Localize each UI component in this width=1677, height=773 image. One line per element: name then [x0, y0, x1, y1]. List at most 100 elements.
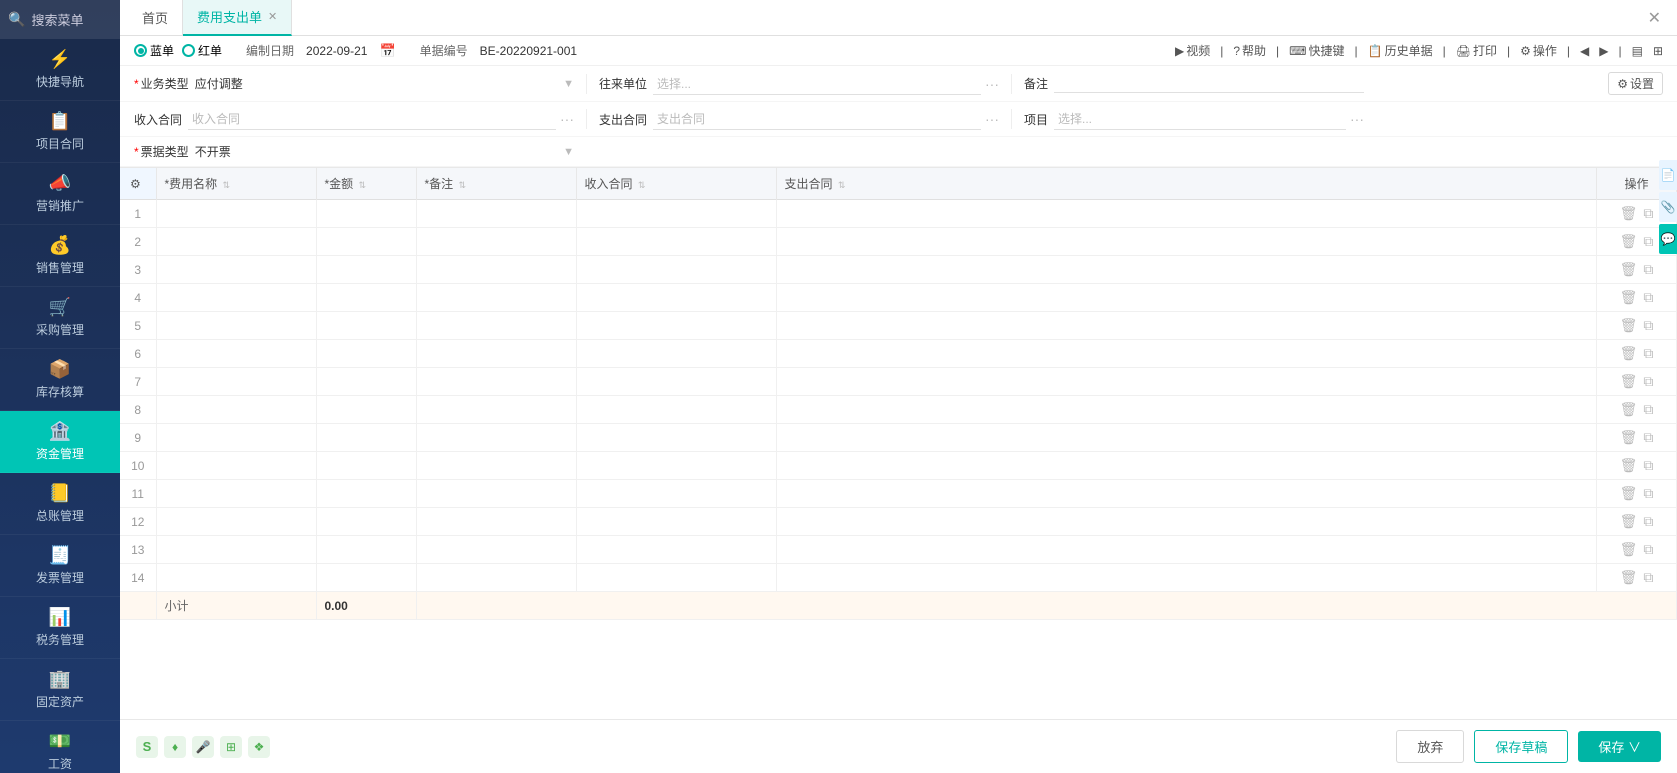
grid-list-icon[interactable]: ▤	[1632, 44, 1643, 58]
row-expense-name[interactable]	[156, 508, 316, 536]
radio-blue[interactable]: 蓝单	[134, 42, 174, 59]
delete-row-icon[interactable]: 🗑	[1620, 513, 1638, 530]
row-amount[interactable]	[316, 256, 416, 284]
row-expense-contract[interactable]	[776, 256, 1597, 284]
delete-row-icon[interactable]: 🗑	[1620, 317, 1638, 334]
tab-close-icon[interactable]: ✕	[268, 10, 277, 23]
expense-contract-input[interactable]: 支出合同	[653, 108, 981, 130]
row-expense-name[interactable]	[156, 396, 316, 424]
row-expense-contract[interactable]	[776, 312, 1597, 340]
row-expense-name[interactable]	[156, 480, 316, 508]
sidebar-item-sales-promotion[interactable]: 📣 营销推广	[0, 163, 120, 225]
edge-chat-icon[interactable]: 💬	[1659, 224, 1677, 254]
row-note[interactable]	[416, 284, 576, 312]
row-amount[interactable]	[316, 340, 416, 368]
row-income-contract[interactable]	[576, 284, 776, 312]
row-expense-contract[interactable]	[776, 228, 1597, 256]
counterpart-input[interactable]: 选择...	[653, 73, 981, 95]
row-expense-contract[interactable]	[776, 368, 1597, 396]
set-button[interactable]: ⚙ 设置	[1608, 72, 1663, 95]
copy-row-icon[interactable]: ⧉	[1643, 233, 1653, 250]
sidebar-item-purchase-mgmt[interactable]: 🛒 采购管理	[0, 287, 120, 349]
delete-row-icon[interactable]: 🗑	[1620, 289, 1638, 306]
business-type-dropdown-icon[interactable]: ▼	[563, 78, 574, 90]
counterpart-dots[interactable]: ···	[985, 76, 999, 92]
edge-clip-icon[interactable]: 📎	[1659, 192, 1677, 222]
row-amount[interactable]	[316, 284, 416, 312]
copy-row-icon[interactable]: ⧉	[1643, 261, 1653, 278]
row-expense-contract[interactable]	[776, 452, 1597, 480]
row-amount[interactable]	[316, 312, 416, 340]
project-input[interactable]: 选择...	[1054, 108, 1346, 130]
row-expense-name[interactable]	[156, 536, 316, 564]
edge-doc-icon[interactable]: 📄	[1659, 160, 1677, 190]
row-income-contract[interactable]	[576, 396, 776, 424]
row-income-contract[interactable]	[576, 256, 776, 284]
operations-btn[interactable]: ⚙ 操作	[1520, 42, 1557, 59]
row-amount[interactable]	[316, 368, 416, 396]
row-income-contract[interactable]	[576, 536, 776, 564]
row-note[interactable]	[416, 424, 576, 452]
row-income-contract[interactable]	[576, 564, 776, 592]
sidebar-item-inventory[interactable]: 📦 库存核算	[0, 349, 120, 411]
sidebar-item-quick-nav[interactable]: ⚡ 快捷导航	[0, 39, 120, 101]
copy-row-icon[interactable]: ⧉	[1643, 569, 1653, 586]
delete-row-icon[interactable]: 🗑	[1620, 457, 1638, 474]
copy-row-icon[interactable]: ⧉	[1643, 541, 1653, 558]
project-dots[interactable]: ···	[1350, 111, 1364, 127]
sidebar-search[interactable]: 🔍 搜索菜单	[0, 0, 120, 39]
row-income-contract[interactable]	[576, 312, 776, 340]
copy-row-icon[interactable]: ⧉	[1643, 289, 1653, 306]
sidebar-item-tax-mgmt[interactable]: 📊 税务管理	[0, 597, 120, 659]
sort-arrows-note[interactable]: ⇅	[459, 180, 467, 190]
row-income-contract[interactable]	[576, 228, 776, 256]
row-expense-name[interactable]	[156, 368, 316, 396]
row-expense-contract[interactable]	[776, 508, 1597, 536]
delete-row-icon[interactable]: 🗑	[1620, 429, 1638, 446]
print-btn[interactable]: 🖨 打印	[1456, 42, 1497, 59]
shortcuts-btn[interactable]: ⌨ 快捷键	[1289, 42, 1344, 59]
copy-row-icon[interactable]: ⧉	[1643, 401, 1653, 418]
invoice-type-dropdown-icon[interactable]: ▼	[563, 146, 574, 158]
window-close-button[interactable]: ✕	[1640, 8, 1669, 28]
sidebar-item-ledger-mgmt[interactable]: 📒 总账管理	[0, 473, 120, 535]
copy-row-icon[interactable]: ⧉	[1643, 317, 1653, 334]
row-expense-name[interactable]	[156, 452, 316, 480]
delete-row-icon[interactable]: 🗑	[1620, 485, 1638, 502]
sidebar-item-sales-mgmt[interactable]: 💰 销售管理	[0, 225, 120, 287]
row-expense-contract[interactable]	[776, 396, 1597, 424]
radio-red[interactable]: 红单	[182, 42, 222, 59]
copy-row-icon[interactable]: ⧉	[1643, 205, 1653, 222]
tab-home[interactable]: 首页	[128, 0, 183, 36]
row-note[interactable]	[416, 312, 576, 340]
delete-row-icon[interactable]: 🗑	[1620, 541, 1638, 558]
row-note[interactable]	[416, 256, 576, 284]
row-income-contract[interactable]	[576, 368, 776, 396]
row-amount[interactable]	[316, 424, 416, 452]
sort-arrows-expense-contract[interactable]: ⇅	[838, 180, 846, 190]
sort-arrows-amount[interactable]: ⇅	[359, 180, 367, 190]
row-income-contract[interactable]	[576, 424, 776, 452]
row-expense-name[interactable]	[156, 284, 316, 312]
row-expense-contract[interactable]	[776, 564, 1597, 592]
row-income-contract[interactable]	[576, 200, 776, 228]
delete-row-icon[interactable]: 🗑	[1620, 345, 1638, 362]
row-expense-contract[interactable]	[776, 284, 1597, 312]
row-expense-name[interactable]	[156, 312, 316, 340]
row-amount[interactable]	[316, 564, 416, 592]
row-note[interactable]	[416, 228, 576, 256]
delete-row-icon[interactable]: 🗑	[1620, 261, 1638, 278]
row-expense-contract[interactable]	[776, 340, 1597, 368]
sort-arrows-expense[interactable]: ⇅	[223, 180, 231, 190]
delete-row-icon[interactable]: 🗑	[1620, 233, 1638, 250]
tab-expense-voucher[interactable]: 费用支出单 ✕	[183, 0, 292, 36]
row-note[interactable]	[416, 396, 576, 424]
row-expense-name[interactable]	[156, 200, 316, 228]
row-expense-contract[interactable]	[776, 536, 1597, 564]
sidebar-item-capital-mgmt[interactable]: 🏦 资金管理	[0, 411, 120, 473]
row-amount[interactable]	[316, 480, 416, 508]
copy-row-icon[interactable]: ⧉	[1643, 457, 1653, 474]
delete-row-icon[interactable]: 🗑	[1620, 373, 1638, 390]
copy-row-icon[interactable]: ⧉	[1643, 485, 1653, 502]
income-contract-dots[interactable]: ···	[560, 111, 574, 127]
